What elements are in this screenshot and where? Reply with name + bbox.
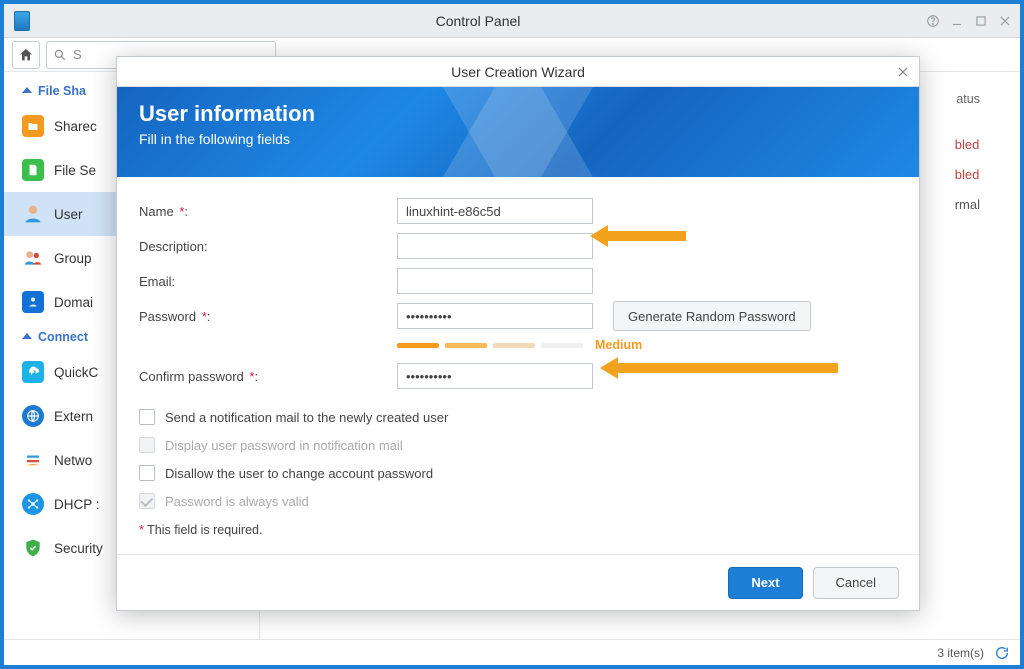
modal-titlebar: User Creation Wizard [117, 57, 919, 87]
banner-heading: User information [139, 101, 897, 127]
user-creation-wizard: User Creation Wizard User information Fi… [116, 56, 920, 611]
description-input[interactable] [397, 233, 593, 259]
required-hint: * This field is required. [139, 523, 897, 537]
modal-body: Name *: Description: Email: Password *: … [117, 177, 919, 554]
label-name: Name *: [139, 204, 397, 219]
generate-password-button[interactable]: Generate Random Password [613, 301, 811, 331]
search-placeholder: S [73, 47, 82, 62]
checkbox-display-password: Display user password in notification ma… [139, 431, 897, 459]
label-password: Password *: [139, 309, 397, 324]
status-column: bled bled rmal [955, 130, 980, 220]
close-icon[interactable] [998, 14, 1012, 28]
modal-title: User Creation Wizard [451, 64, 585, 80]
minimize-icon[interactable] [950, 14, 964, 28]
checkbox-icon [139, 465, 155, 481]
network-icon [22, 449, 44, 471]
checkbox-icon [139, 409, 155, 425]
banner-subtitle: Fill in the following fields [139, 131, 897, 147]
chevron-up-icon [22, 87, 32, 93]
next-button[interactable]: Next [728, 567, 802, 599]
group-icon [22, 247, 44, 269]
folder-shared-icon [22, 115, 44, 137]
shield-icon [22, 537, 44, 559]
dhcp-icon [22, 493, 44, 515]
checkbox-checked-icon [139, 493, 155, 509]
checkbox-disallow-change[interactable]: Disallow the user to change account pass… [139, 459, 897, 487]
file-services-icon [22, 159, 44, 181]
titlebar: Control Panel [4, 4, 1020, 38]
confirm-password-input[interactable] [397, 363, 593, 389]
chevron-up-icon [22, 333, 32, 339]
password-input[interactable] [397, 303, 593, 329]
modal-close-button[interactable] [893, 62, 913, 82]
checkbox-icon [139, 437, 155, 453]
label-description: Description: [139, 239, 397, 254]
table-row[interactable]: bled [955, 160, 980, 190]
help-icon[interactable] [926, 14, 940, 28]
app-logo-icon [14, 11, 30, 31]
password-strength-meter: Medium [397, 336, 897, 354]
user-icon [22, 203, 44, 225]
modal-footer: Next Cancel [117, 554, 919, 610]
globe-icon [22, 405, 44, 427]
modal-banner: User information Fill in the following f… [117, 87, 919, 177]
window-title: Control Panel [30, 13, 926, 29]
label-confirm: Confirm password *: [139, 369, 397, 384]
item-count: 3 item(s) [937, 646, 984, 660]
control-panel-window: Control Panel S [0, 0, 1024, 669]
footer: 3 item(s) [4, 639, 1020, 665]
checkbox-notify-user[interactable]: Send a notification mail to the newly cr… [139, 403, 897, 431]
refresh-icon[interactable] [994, 645, 1010, 661]
table-row[interactable]: bled [955, 130, 980, 160]
name-input[interactable] [397, 198, 593, 224]
checkbox-password-always-valid: Password is always valid [139, 487, 897, 515]
password-strength-label: Medium [595, 338, 642, 352]
cancel-button[interactable]: Cancel [813, 567, 899, 599]
quickconnect-icon [22, 361, 44, 383]
domain-icon [22, 291, 44, 313]
table-row[interactable]: rmal [955, 190, 980, 220]
email-input[interactable] [397, 268, 593, 294]
label-email: Email: [139, 274, 397, 289]
maximize-icon[interactable] [974, 14, 988, 28]
home-button[interactable] [12, 41, 40, 69]
column-header-status: atus [956, 92, 980, 106]
search-icon [53, 48, 67, 62]
